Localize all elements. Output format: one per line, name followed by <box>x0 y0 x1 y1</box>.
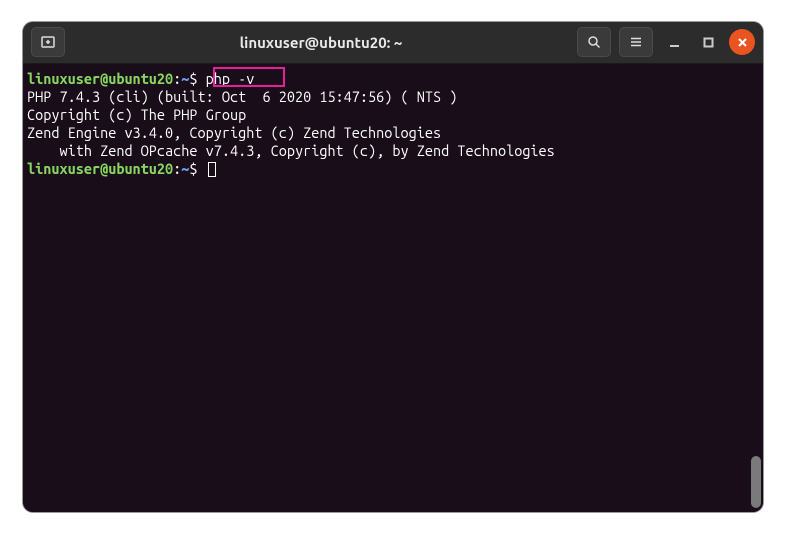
prompt-sep2: $ <box>189 160 197 177</box>
terminal-content[interactable]: linuxuser@ubuntu20:~$ php -v PHP 7.4.3 (… <box>23 64 763 512</box>
output-line: with Zend OPcache v7.4.3, Copyright (c),… <box>27 142 759 160</box>
maximize-button[interactable] <box>695 29 721 55</box>
maximize-icon <box>703 37 714 48</box>
cursor-gap <box>198 160 206 177</box>
menu-button[interactable] <box>619 27 653 57</box>
new-tab-icon <box>40 34 56 50</box>
output-line: PHP 7.4.3 (cli) (built: Oct 6 2020 15:47… <box>27 88 759 106</box>
title-bar: linuxuser@ubuntu20: ~ <box>23 22 763 64</box>
output-line: Zend Engine v3.4.0, Copyright (c) Zend T… <box>27 124 759 142</box>
close-icon <box>737 37 748 48</box>
hamburger-icon <box>628 34 644 50</box>
close-button[interactable] <box>729 29 755 55</box>
prompt-user: linuxuser@ubuntu20 <box>27 70 173 87</box>
minimize-button[interactable] <box>661 29 687 55</box>
prompt-line-1: linuxuser@ubuntu20:~$ php -v <box>27 70 759 88</box>
new-tab-button[interactable] <box>31 27 65 57</box>
prompt-sep2: $ <box>189 70 197 87</box>
window-title: linuxuser@ubuntu20: ~ <box>73 34 569 51</box>
scrollbar-thumb[interactable] <box>751 456 761 508</box>
command-text: php -v <box>198 70 255 87</box>
search-icon <box>586 34 602 50</box>
prompt-line-2: linuxuser@ubuntu20:~$ <box>27 160 759 178</box>
cursor <box>208 162 216 177</box>
prompt-user: linuxuser@ubuntu20 <box>27 160 173 177</box>
terminal-window: linuxuser@ubuntu20: ~ linuxuser@ubuntu20… <box>23 22 763 512</box>
minimize-icon <box>669 37 680 48</box>
output-line: Copyright (c) The PHP Group <box>27 106 759 124</box>
search-button[interactable] <box>577 27 611 57</box>
